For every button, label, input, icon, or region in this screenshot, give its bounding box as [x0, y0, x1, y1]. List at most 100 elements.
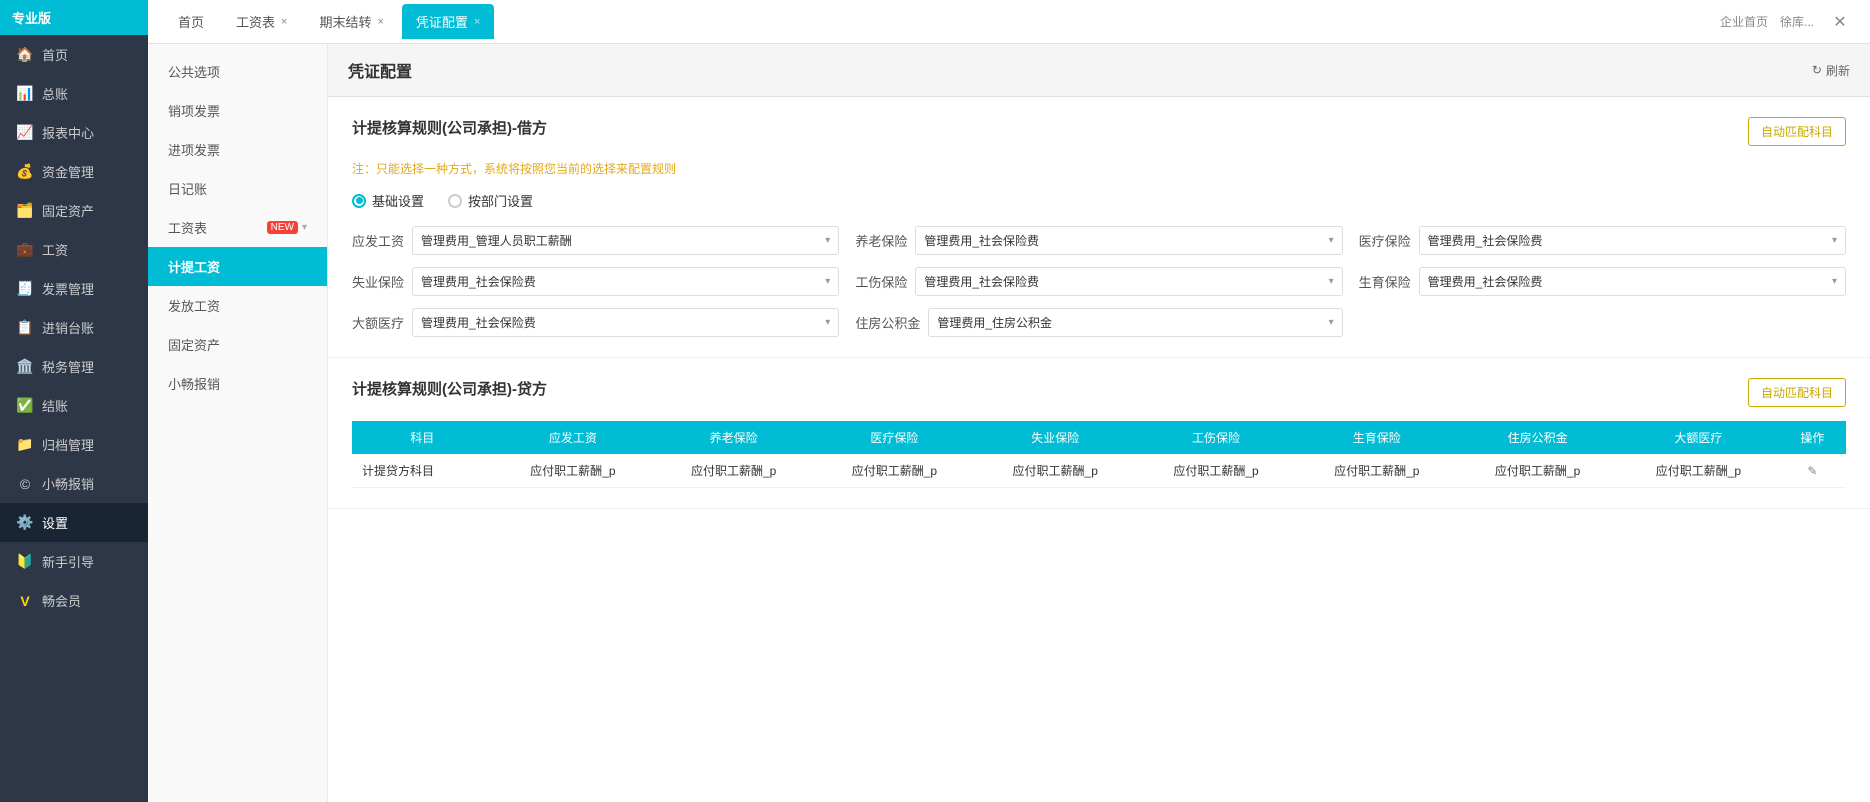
sidebar-item-vip[interactable]: V 畅会员 — [0, 581, 148, 620]
form-row-work-injury: 工伤保险 管理费用_社会保险费 ▾ — [855, 267, 1342, 296]
label-major-medical: 大额医疗 — [352, 313, 404, 332]
edit-icon[interactable]: ✎ — [1807, 464, 1817, 478]
tab-close-period-close[interactable]: × — [377, 16, 383, 28]
tab-home[interactable]: 首页 — [164, 4, 218, 39]
td-pension: 应付职工薪酬_p — [653, 454, 814, 488]
th-housing-fund: 住房公积金 — [1457, 421, 1618, 454]
tab-close-voucher-config[interactable]: × — [474, 16, 480, 28]
select-unemployment[interactable]: 管理费用_社会保险费 ▾ — [412, 267, 839, 296]
select-pension[interactable]: 管理费用_社会保险费 ▾ — [915, 226, 1342, 255]
content-area: 公共选项 销项发票 进项发票 日记账 工资表 NEW ▾ 计提工资 — [148, 44, 1870, 802]
th-subject: 科目 — [352, 421, 492, 454]
copyright-icon: © — [16, 476, 34, 492]
td-subject: 计提贷方科目 — [352, 454, 492, 488]
tab-close-salary-table[interactable]: × — [281, 16, 287, 28]
guide-icon: 🔰 — [16, 553, 34, 570]
td-major-medical: 应付职工薪酬_p — [1618, 454, 1779, 488]
left-nav-calc-salary[interactable]: 计提工资 — [148, 247, 327, 286]
brand-label: 专业版 — [0, 0, 148, 35]
sidebar-item-tax-mgmt[interactable]: 🏛️ 税务管理 — [0, 347, 148, 386]
label-unemployment: 失业保险 — [352, 272, 404, 291]
select-housing-fund[interactable]: 管理费用_住房公积金 ▾ — [928, 308, 1342, 337]
td-maternity: 应付职工薪酬_p — [1296, 454, 1457, 488]
sidebar-item-label: 归档管理 — [42, 435, 94, 454]
select-medical[interactable]: 管理费用_社会保险费 ▾ — [1419, 226, 1846, 255]
td-work-injury: 应付职工薪酬_p — [1136, 454, 1297, 488]
sidebar-item-archive-mgmt[interactable]: 📁 归档管理 — [0, 425, 148, 464]
select-major-medical[interactable]: 管理费用_社会保险费 ▾ — [412, 308, 839, 337]
sidebar-item-fixed-assets[interactable]: 🗂️ 固定资产 — [0, 191, 148, 230]
tab-voucher-config[interactable]: 凭证配置 × — [402, 4, 494, 39]
sidebar-item-invoice-mgmt[interactable]: 🧾 发票管理 — [0, 269, 148, 308]
refresh-button[interactable]: ↻ 刷新 — [1812, 62, 1850, 79]
closing-icon: ✅ — [16, 397, 34, 414]
ledger-icon: 📋 — [16, 319, 34, 336]
sidebar-item-closing[interactable]: ✅ 结账 — [0, 386, 148, 425]
td-action[interactable]: ✎ — [1779, 454, 1846, 488]
select-applied-salary[interactable]: 管理费用_管理人员职工薪酬 ▾ — [412, 226, 839, 255]
sidebar-item-label: 进销台账 — [42, 318, 94, 337]
chevron-down-icon: ▾ — [1329, 317, 1334, 328]
topbar-right: 企业首页 徐库... ✕ — [1720, 8, 1854, 36]
sidebar-item-label: 总账 — [42, 84, 68, 103]
chevron-down-icon: ▾ — [1832, 276, 1837, 287]
refresh-icon: ↻ — [1812, 63, 1822, 77]
sidebar-item-xiao-chang-report[interactable]: © 小畅报销 — [0, 464, 148, 503]
sidebar-item-label: 固定资产 — [42, 201, 94, 220]
form-row-medical: 医疗保险 管理费用_社会保险费 ▾ — [1359, 226, 1846, 255]
sidebar-item-label: 发票管理 — [42, 279, 94, 298]
new-badge: NEW — [267, 221, 298, 234]
left-nav-xiao-chang[interactable]: 小畅报销 — [148, 364, 327, 403]
radio-dept[interactable]: 按部门设置 — [448, 191, 533, 210]
sidebar-item-label: 工资 — [42, 240, 68, 259]
sidebar-item-label: 首页 — [42, 45, 68, 64]
left-nav-fixed-assets[interactable]: 固定资产 — [148, 325, 327, 364]
sidebar-item-salary[interactable]: 💼 工资 — [0, 230, 148, 269]
tab-period-close[interactable]: 期末结转 × — [305, 4, 397, 39]
topbar-close-button[interactable]: ✕ — [1826, 8, 1854, 36]
td-unemployment: 应付职工薪酬_p — [975, 454, 1136, 488]
sidebar-item-new-guide[interactable]: 🔰 新手引导 — [0, 542, 148, 581]
fund-icon: 💰 — [16, 163, 34, 180]
sidebar-item-report-center[interactable]: 📈 报表中心 — [0, 113, 148, 152]
select-maternity[interactable]: 管理费用_社会保险费 ▾ — [1419, 267, 1846, 296]
debit-notice: 注：只能选择一种方式，系统将按照您当前的选择来配置规则 — [352, 160, 1846, 177]
form-row-housing-fund: 住房公积金 管理费用_住房公积金 ▾ — [855, 308, 1342, 337]
sidebar-item-sales-purchase[interactable]: 📋 进销台账 — [0, 308, 148, 347]
debit-section-title: 计提核算规则(公司承担)-借方 — [352, 117, 547, 138]
td-housing-fund: 应付职工薪酬_p — [1457, 454, 1618, 488]
label-pension: 养老保险 — [855, 231, 907, 250]
sidebar-item-fund-mgmt[interactable]: 💰 资金管理 — [0, 152, 148, 191]
credit-section-title: 计提核算规则(公司承担)-贷方 — [352, 378, 547, 399]
sidebar: 专业版 🏠 首页 📊 总账 📈 报表中心 💰 资金管理 🗂️ 固定资产 💼 工资… — [0, 0, 148, 802]
radio-dept-circle — [448, 194, 462, 208]
sidebar-item-home[interactable]: 🏠 首页 — [0, 35, 148, 74]
left-nav-diary[interactable]: 日记账 — [148, 169, 327, 208]
radio-basic[interactable]: 基础设置 — [352, 191, 424, 210]
td-medical: 应付职工薪酬_p — [814, 454, 975, 488]
th-applied-salary: 应发工资 — [492, 421, 653, 454]
left-nav-public-options[interactable]: 公共选项 — [148, 52, 327, 91]
tab-salary-table[interactable]: 工资表 × — [222, 4, 301, 39]
left-nav-pay-salary[interactable]: 发放工资 — [148, 286, 327, 325]
left-nav-salary-table[interactable]: 工资表 NEW ▾ — [148, 208, 327, 247]
left-nav-sales-invoice[interactable]: 销项发票 — [148, 91, 327, 130]
left-nav-purchase-invoice[interactable]: 进项发票 — [148, 130, 327, 169]
sidebar-item-general-ledger[interactable]: 📊 总账 — [0, 74, 148, 113]
form-row-unemployment: 失业保险 管理费用_社会保险费 ▾ — [352, 267, 839, 296]
label-work-injury: 工伤保险 — [855, 272, 907, 291]
th-major-medical: 大额医疗 — [1618, 421, 1779, 454]
chart-icon: 📊 — [16, 85, 34, 102]
home-icon: 🏠 — [16, 46, 34, 63]
report-icon: 📈 — [16, 124, 34, 141]
label-medical: 医疗保险 — [1359, 231, 1411, 250]
chevron-down-icon: ▾ — [1329, 276, 1334, 287]
sidebar-item-label: 小畅报销 — [42, 474, 94, 493]
label-housing-fund: 住房公积金 — [855, 313, 920, 332]
select-work-injury[interactable]: 管理费用_社会保险费 ▾ — [915, 267, 1342, 296]
sidebar-item-settings[interactable]: ⚙️ 设置 — [0, 503, 148, 542]
debit-auto-match-button[interactable]: 自动匹配科目 — [1748, 117, 1846, 146]
radio-basic-circle — [352, 194, 366, 208]
label-applied-salary: 应发工资 — [352, 231, 404, 250]
credit-auto-match-button[interactable]: 自动匹配科目 — [1748, 378, 1846, 407]
